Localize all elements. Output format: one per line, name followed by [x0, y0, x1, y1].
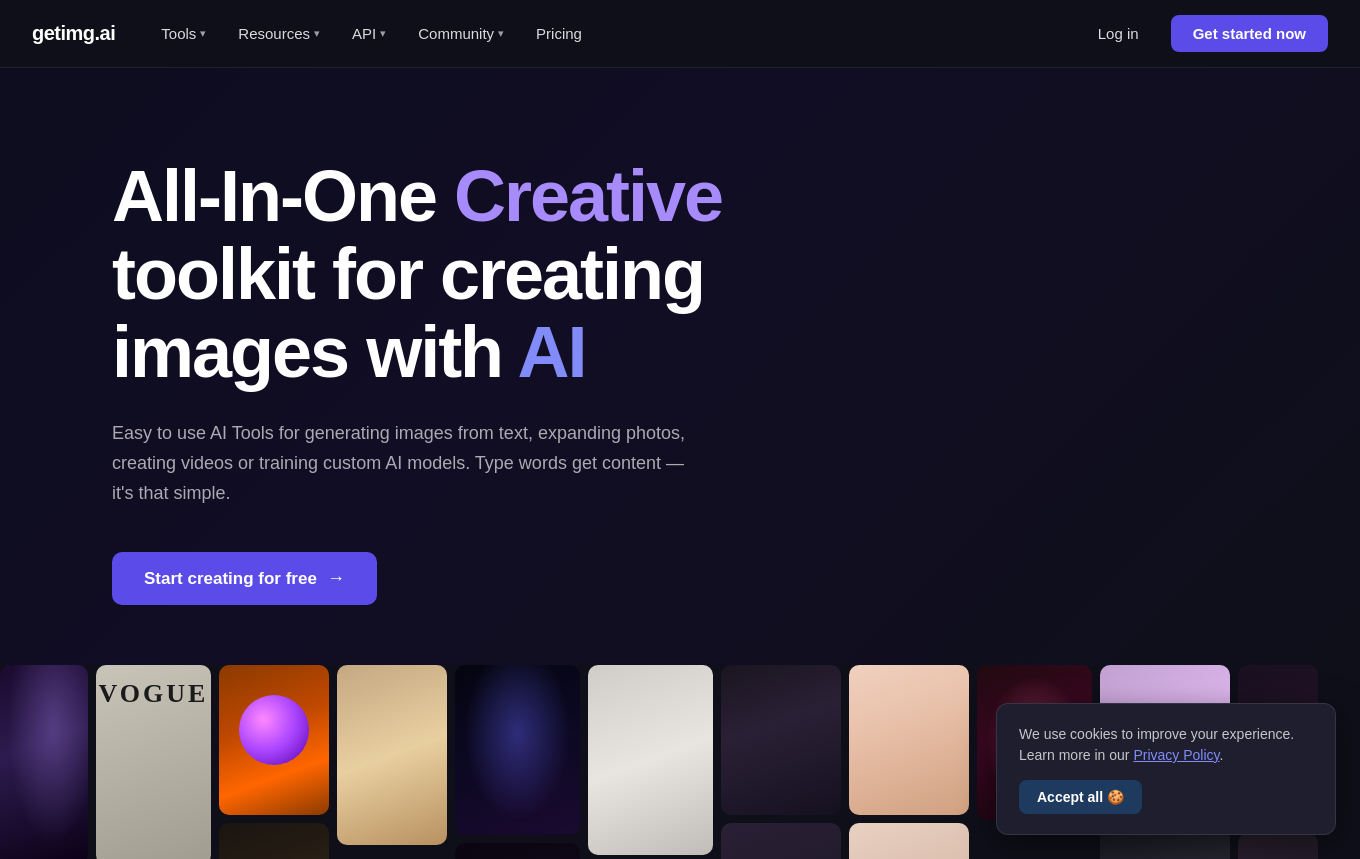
hero-title: All-In-One Creative toolkit for creating… — [112, 158, 760, 391]
gallery-img-pink-room — [849, 665, 969, 815]
nav-tools-label: Tools — [161, 25, 196, 42]
gallery-col-8 — [849, 665, 969, 859]
nav-community-label: Community — [418, 25, 494, 42]
hero-content: All-In-One Creative toolkit for creating… — [0, 68, 760, 665]
nav-resources-chevron: ▾ — [314, 27, 320, 40]
gallery-col-3 — [219, 665, 329, 859]
nav-right: Log in Get started now — [1082, 15, 1328, 52]
nav-tools[interactable]: Tools ▾ — [147, 17, 220, 50]
gallery-img-woman-stars — [0, 665, 88, 859]
gallery-col-2: VOGUE — [96, 665, 211, 859]
hero-title-creative: Creative — [454, 156, 722, 236]
nav-pricing[interactable]: Pricing — [522, 17, 596, 50]
nav-resources-label: Resources — [238, 25, 310, 42]
gallery-col-1 — [0, 665, 88, 859]
nav-pricing-label: Pricing — [536, 25, 582, 42]
logo[interactable]: getimg.ai — [32, 22, 115, 45]
gallery-img-partial-2 — [1238, 833, 1318, 859]
gallery-col-7 — [721, 665, 841, 859]
cookie-text: We use cookies to improve your experienc… — [1019, 724, 1313, 766]
nav-left: getimg.ai Tools ▾ Resources ▾ API ▾ Comm… — [32, 17, 596, 50]
hero-cta-label: Start creating for free — [144, 569, 317, 589]
gallery-img-sketch — [588, 665, 713, 855]
hero-cta-arrow: → — [327, 568, 345, 589]
gallery-img-sphere — [219, 665, 329, 815]
gallery-col-5 — [455, 665, 580, 859]
gallery-col-6 — [588, 665, 713, 859]
hero-title-part1: All-In-One — [112, 156, 454, 236]
nav-community[interactable]: Community ▾ — [404, 17, 518, 50]
cookie-banner: We use cookies to improve your experienc… — [996, 703, 1336, 835]
nav-community-chevron: ▾ — [498, 27, 504, 40]
vogue-text: VOGUE — [99, 679, 209, 709]
hero-title-part2: toolkit for creating images with — [112, 234, 704, 392]
gallery-img-alien-bust — [721, 665, 841, 815]
hero-title-ai: AI — [517, 312, 585, 392]
nav-api-chevron: ▾ — [380, 27, 386, 40]
navbar: getimg.ai Tools ▾ Resources ▾ API ▾ Comm… — [0, 0, 1360, 68]
cookie-accept-button[interactable]: Accept all 🍪 — [1019, 780, 1142, 814]
login-button[interactable]: Log in — [1082, 17, 1155, 50]
gallery-img-cyborg — [219, 823, 329, 859]
get-started-button[interactable]: Get started now — [1171, 15, 1328, 52]
gallery-img-sci-fi-bottom — [455, 843, 580, 859]
gallery-col-4 — [337, 665, 447, 859]
nav-api[interactable]: API ▾ — [338, 17, 400, 50]
gallery-img-alien-bottom — [721, 823, 841, 859]
gallery-img-sci-fi-human — [455, 665, 580, 835]
hero-subtitle: Easy to use AI Tools for generating imag… — [112, 419, 692, 508]
gallery-img-room — [337, 665, 447, 845]
nav-tools-chevron: ▾ — [200, 27, 206, 40]
gallery-img-vogue: VOGUE — [96, 665, 211, 859]
nav-api-label: API — [352, 25, 376, 42]
gallery-img-pink-bottom — [849, 823, 969, 859]
hero-cta-button[interactable]: Start creating for free → — [112, 552, 377, 605]
hero-section: All-In-One Creative toolkit for creating… — [0, 68, 1360, 665]
cookie-privacy-link[interactable]: Privacy Policy — [1133, 747, 1219, 763]
nav-resources[interactable]: Resources ▾ — [224, 17, 334, 50]
nav-links: Tools ▾ Resources ▾ API ▾ Community ▾ Pr… — [147, 17, 596, 50]
